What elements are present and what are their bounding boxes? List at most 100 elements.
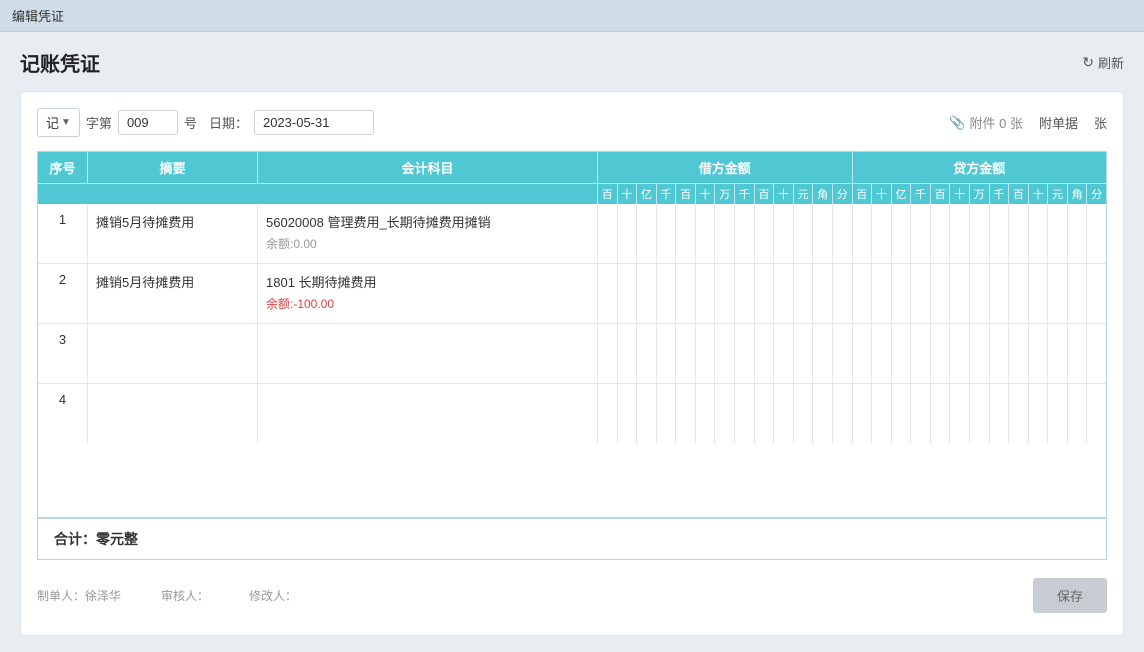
table-row: 1 摊销5月待摊费用 56020008 管理费用_长期待摊费用摊销 余额:0.0… bbox=[38, 204, 1106, 264]
row2-c1[interactable] bbox=[872, 264, 892, 323]
row1-d2[interactable] bbox=[637, 204, 657, 263]
debit-digit-8: 百 bbox=[755, 184, 775, 204]
credit-digit-10: 元 bbox=[1048, 184, 1068, 204]
row2-c0[interactable] bbox=[853, 264, 873, 323]
row2-c7[interactable] bbox=[990, 264, 1010, 323]
debit-digit-7: 千 bbox=[735, 184, 755, 204]
row2-d0[interactable] bbox=[598, 264, 618, 323]
table-footer: 合计：零元整 bbox=[38, 517, 1106, 559]
row2-account-code: 1801 长期待摊费用 bbox=[266, 272, 589, 291]
row1-d7[interactable] bbox=[735, 204, 755, 263]
row1-c6[interactable] bbox=[970, 204, 990, 263]
row4-account[interactable] bbox=[258, 384, 598, 444]
modifier-field: 修改人： bbox=[249, 587, 297, 604]
refresh-label: 刷新 bbox=[1098, 53, 1124, 72]
row2-c2[interactable] bbox=[892, 264, 912, 323]
row1-d0[interactable] bbox=[598, 204, 618, 263]
row2-d3[interactable] bbox=[657, 264, 677, 323]
row2-d7[interactable] bbox=[735, 264, 755, 323]
row3-account[interactable] bbox=[258, 324, 598, 383]
row2-c3[interactable] bbox=[911, 264, 931, 323]
credit-digit-6: 万 bbox=[970, 184, 990, 204]
row1-balance: 余额:0.00 bbox=[266, 235, 589, 252]
row1-account[interactable]: 56020008 管理费用_长期待摊费用摊销 余额:0.00 bbox=[258, 204, 598, 263]
row4-seq: 4 bbox=[38, 384, 88, 444]
row1-d4[interactable] bbox=[676, 204, 696, 263]
row1-d1[interactable] bbox=[618, 204, 638, 263]
row1-c4[interactable] bbox=[931, 204, 951, 263]
row1-c10[interactable] bbox=[1048, 204, 1068, 263]
row2-c10[interactable] bbox=[1048, 264, 1068, 323]
row1-d10[interactable] bbox=[794, 204, 814, 263]
right-actions: 📎 附件 0 张 附单据 张 bbox=[949, 113, 1107, 132]
footer-label: 合计： bbox=[54, 531, 96, 547]
row1-summary[interactable]: 摊销5月待摊费用 bbox=[88, 204, 258, 263]
row2-c9[interactable] bbox=[1029, 264, 1049, 323]
row2-c11[interactable] bbox=[1068, 264, 1088, 323]
row2-c5[interactable] bbox=[950, 264, 970, 323]
credit-digit-0: 百 bbox=[853, 184, 873, 204]
table-body: 1 摊销5月待摊费用 56020008 管理费用_长期待摊费用摊销 余额:0.0… bbox=[38, 204, 1106, 517]
row1-d6[interactable] bbox=[715, 204, 735, 263]
dropdown-arrow-icon: ▼ bbox=[61, 117, 71, 128]
voucher-type-dropdown[interactable]: 记 ▼ bbox=[37, 108, 80, 137]
row1-c8[interactable] bbox=[1009, 204, 1029, 263]
voucher-number-input[interactable] bbox=[118, 110, 178, 135]
row2-d8[interactable] bbox=[755, 264, 775, 323]
form-row: 记 ▼ 字第 号 日期： 📎 附件 0 张 附单据 bbox=[37, 108, 1107, 137]
row2-account[interactable]: 1801 长期待摊费用 余额:-100.00 bbox=[258, 264, 598, 323]
row4-summary[interactable] bbox=[88, 384, 258, 444]
row2-d9[interactable] bbox=[774, 264, 794, 323]
row2-balance: 余额:-100.00 bbox=[266, 295, 589, 312]
row3-seq: 3 bbox=[38, 324, 88, 383]
row1-d12[interactable] bbox=[833, 204, 852, 263]
row2-d1[interactable] bbox=[618, 264, 638, 323]
row1-c1[interactable] bbox=[872, 204, 892, 263]
row2-d5[interactable] bbox=[696, 264, 716, 323]
attachment-button[interactable]: 📎 附件 0 张 bbox=[949, 113, 1023, 132]
save-button[interactable]: 保存 bbox=[1033, 578, 1107, 613]
row2-d11[interactable] bbox=[813, 264, 833, 323]
row1-c9[interactable] bbox=[1029, 204, 1049, 263]
row3-summary[interactable] bbox=[88, 324, 258, 383]
row2-c4[interactable] bbox=[931, 264, 951, 323]
row2-c12[interactable] bbox=[1087, 264, 1106, 323]
creator-label: 制单人： bbox=[37, 589, 85, 603]
row2-d12[interactable] bbox=[833, 264, 852, 323]
debit-digit-3: 千 bbox=[657, 184, 677, 204]
row2-d4[interactable] bbox=[676, 264, 696, 323]
row2-d2[interactable] bbox=[637, 264, 657, 323]
row1-c7[interactable] bbox=[990, 204, 1010, 263]
row1-d8[interactable] bbox=[755, 204, 775, 263]
table-row: 4 bbox=[38, 384, 1106, 444]
row2-summary[interactable]: 摊销5月待摊费用 bbox=[88, 264, 258, 323]
debit-digit-1: 十 bbox=[618, 184, 638, 204]
row1-c11[interactable] bbox=[1068, 204, 1088, 263]
debit-digit-4: 百 bbox=[676, 184, 696, 204]
row1-d11[interactable] bbox=[813, 204, 833, 263]
row2-d10[interactable] bbox=[794, 264, 814, 323]
row1-d9[interactable] bbox=[774, 204, 794, 263]
row1-credit-cells bbox=[853, 204, 1107, 263]
row1-d5[interactable] bbox=[696, 204, 716, 263]
row2-d6[interactable] bbox=[715, 264, 735, 323]
debit-digit-5: 十 bbox=[696, 184, 716, 204]
row1-debit-cells bbox=[598, 204, 853, 263]
row2-c8[interactable] bbox=[1009, 264, 1029, 323]
page-header: 记账凭证 ↻ 刷新 bbox=[20, 48, 1124, 77]
row1-c3[interactable] bbox=[911, 204, 931, 263]
row4-debit-cells bbox=[598, 384, 853, 444]
row1-c12[interactable] bbox=[1087, 204, 1106, 263]
date-input[interactable] bbox=[254, 110, 374, 135]
single-doc-button[interactable]: 附单据 bbox=[1039, 113, 1078, 132]
refresh-button[interactable]: ↻ 刷新 bbox=[1082, 53, 1124, 72]
row1-c0[interactable] bbox=[853, 204, 873, 263]
row1-d3[interactable] bbox=[657, 204, 677, 263]
creator-field: 制单人：徐泽华 bbox=[37, 587, 121, 604]
row2-c6[interactable] bbox=[970, 264, 990, 323]
credit-digit-11: 角 bbox=[1068, 184, 1088, 204]
row1-seq: 1 bbox=[38, 204, 88, 263]
credit-digit-1: 十 bbox=[872, 184, 892, 204]
row1-c5[interactable] bbox=[950, 204, 970, 263]
row1-c2[interactable] bbox=[892, 204, 912, 263]
